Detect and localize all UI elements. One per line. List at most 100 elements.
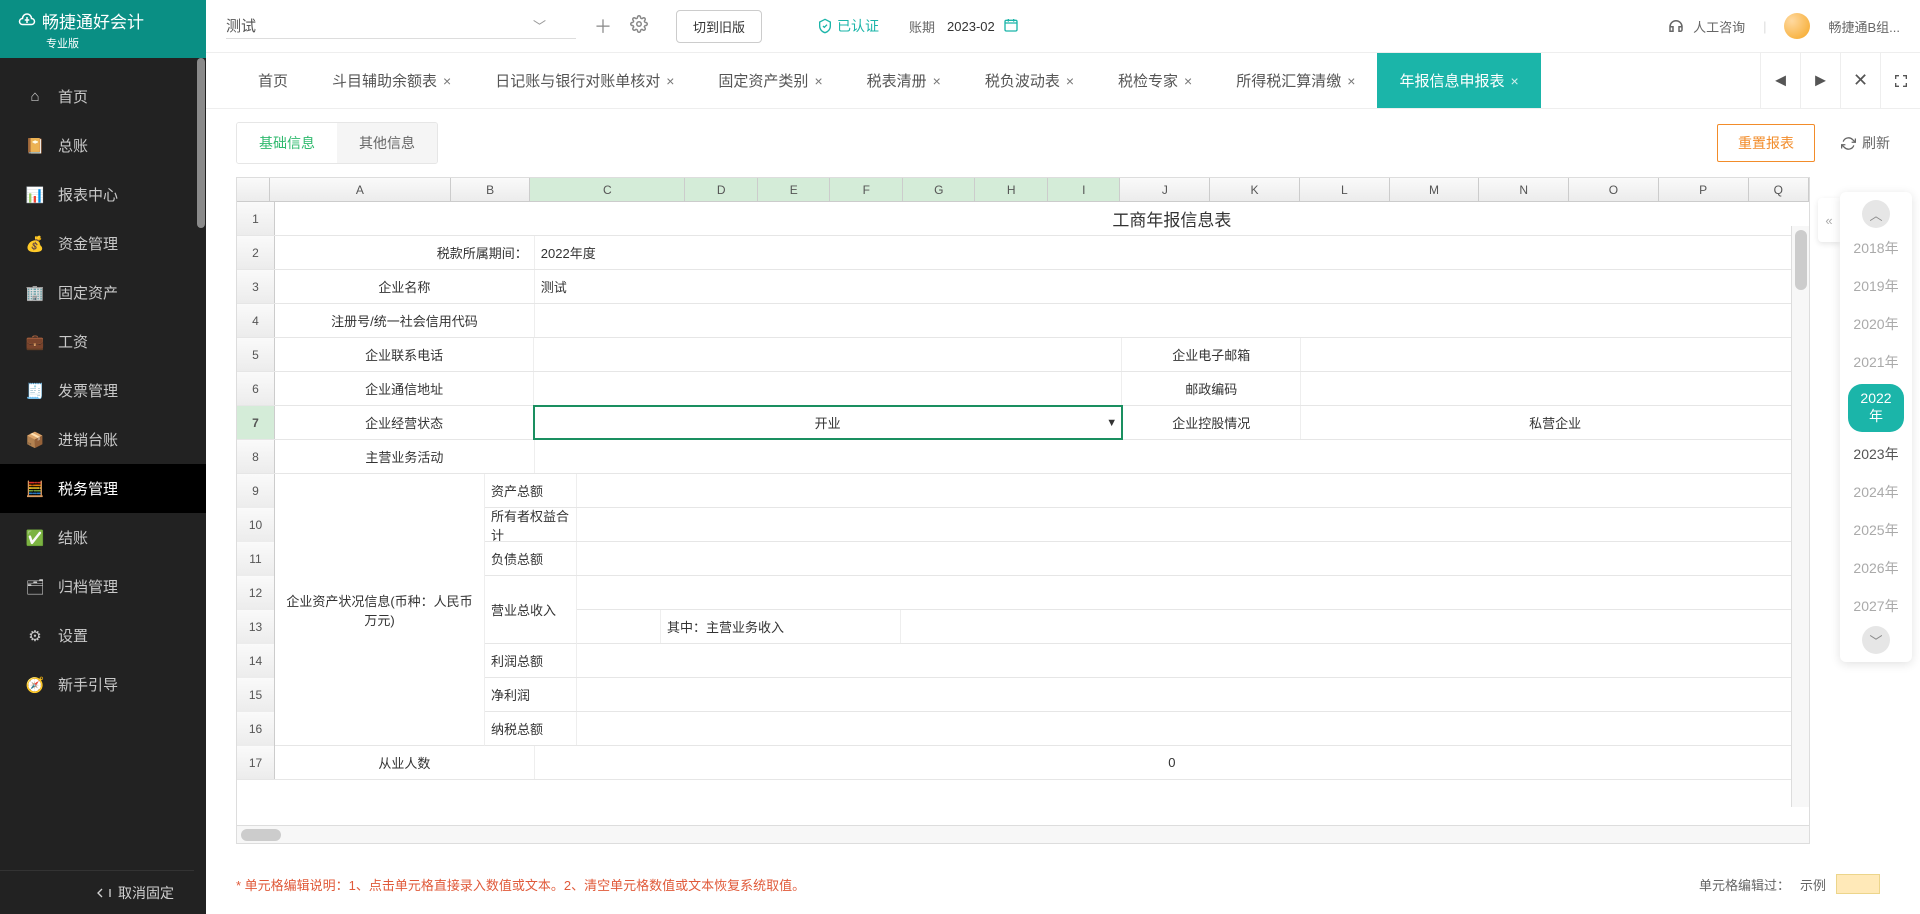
tabs-prev-button[interactable]: ◄ xyxy=(1760,53,1800,108)
sidebar-item[interactable]: ⌂首页 xyxy=(0,72,206,121)
sidebar-item[interactable]: 📊报表中心 xyxy=(0,170,206,219)
tab[interactable]: 日记账与银行对账单核对× xyxy=(473,53,696,108)
column-header[interactable]: J xyxy=(1120,178,1210,201)
cell-label[interactable]: 营业总收入 xyxy=(485,576,577,644)
row-number[interactable]: 4 xyxy=(237,304,275,337)
reset-report-button[interactable]: 重置报表 xyxy=(1717,124,1815,162)
column-header[interactable]: C xyxy=(530,178,685,201)
column-header[interactable]: N xyxy=(1479,178,1569,201)
cell-value[interactable] xyxy=(577,678,1809,711)
row-number[interactable]: 1 xyxy=(237,202,275,235)
cell-value[interactable]: 2022年度 xyxy=(535,236,1809,269)
tab-close-icon[interactable]: × xyxy=(666,73,674,89)
year-down-button[interactable]: ﹀ xyxy=(1862,626,1890,654)
column-header[interactable]: K xyxy=(1210,178,1300,201)
cell-label[interactable]: 企业名称 xyxy=(275,270,535,303)
year-option[interactable]: 2021年 xyxy=(1840,344,1912,380)
tab[interactable]: 税表清册× xyxy=(845,53,963,108)
cell-value[interactable] xyxy=(535,304,1809,337)
year-option[interactable]: 2026年 xyxy=(1840,550,1912,586)
row-number[interactable]: 15 xyxy=(237,678,275,712)
sheet-title[interactable]: 工商年报信息表 xyxy=(535,202,1809,235)
sidebar-item[interactable]: 💰资金管理 xyxy=(0,219,206,268)
cell-value[interactable] xyxy=(534,338,1122,371)
year-option[interactable]: 2022年 xyxy=(1848,384,1904,432)
cell-value[interactable]: 测试 xyxy=(535,270,1809,303)
sidebar-item[interactable]: ✅结账 xyxy=(0,513,206,562)
row-number[interactable]: 5 xyxy=(237,338,275,371)
cell-label[interactable]: 纳税总额 xyxy=(485,712,577,745)
row-number[interactable]: 8 xyxy=(237,440,275,473)
row-number[interactable]: 2 xyxy=(237,236,275,269)
sidebar-item[interactable]: 🗂归档管理 xyxy=(0,562,206,611)
cell-label[interactable]: 从业人数 xyxy=(275,746,535,779)
cell-label[interactable]: 税款所属期间： xyxy=(275,236,535,269)
unpin-button[interactable]: 取消固定 xyxy=(0,870,194,914)
row-number[interactable]: 9 xyxy=(237,474,275,508)
cell-label[interactable]: 其中：主营业务收入 xyxy=(661,610,901,643)
horizontal-scrollbar[interactable] xyxy=(237,825,1809,843)
sidebar-item[interactable]: 📔总账 xyxy=(0,121,206,170)
tab-close-icon[interactable]: × xyxy=(1347,73,1355,89)
cell-label[interactable]: 企业电子邮箱 xyxy=(1122,338,1301,371)
column-header[interactable]: O xyxy=(1569,178,1659,201)
column-header[interactable]: B xyxy=(451,178,530,201)
year-option[interactable]: 2018年 xyxy=(1840,230,1912,266)
cell[interactable] xyxy=(275,202,535,235)
tab-close-icon[interactable]: × xyxy=(933,73,941,89)
column-header[interactable]: G xyxy=(903,178,976,201)
user-name[interactable]: 畅捷通B组... xyxy=(1828,17,1900,36)
sidebar-item[interactable]: 🏢固定资产 xyxy=(0,268,206,317)
sidebar-item[interactable]: 💼工资 xyxy=(0,317,206,366)
cell-label[interactable]: 邮政编码 xyxy=(1122,372,1301,405)
corner-cell[interactable] xyxy=(237,178,270,201)
cell-value[interactable] xyxy=(577,508,1809,541)
sidebar-item[interactable]: 🧭新手引导 xyxy=(0,660,206,709)
cell-label[interactable]: 净利润 xyxy=(485,678,577,711)
sidebar-item[interactable]: 🧮税务管理 xyxy=(0,464,206,513)
tab[interactable]: 所得税汇算清缴× xyxy=(1214,53,1377,108)
tab[interactable]: 斗目辅助余额表× xyxy=(310,53,473,108)
refresh-button[interactable]: 刷新 xyxy=(1841,133,1890,153)
cell-value[interactable]: 0 xyxy=(535,746,1809,779)
column-header[interactable]: I xyxy=(1048,178,1121,201)
cell-label[interactable]: 所有者权益合计 xyxy=(485,508,577,541)
row-number[interactable]: 12 xyxy=(237,576,275,610)
cell-value[interactable] xyxy=(577,474,1809,507)
year-panel-toggle[interactable]: « xyxy=(1818,198,1840,242)
tab-close-icon[interactable]: × xyxy=(814,73,822,89)
cell-value[interactable] xyxy=(577,644,1809,677)
cell-label[interactable]: 企业联系电话 xyxy=(275,338,534,371)
tab-close-icon[interactable]: × xyxy=(443,73,451,89)
period-value[interactable]: 2023-02 xyxy=(947,19,995,34)
row-number[interactable]: 7 xyxy=(237,406,275,439)
row-number[interactable]: 11 xyxy=(237,542,275,576)
column-header[interactable]: M xyxy=(1390,178,1480,201)
row-number[interactable]: 3 xyxy=(237,270,275,303)
account-input[interactable] xyxy=(226,17,576,34)
cell-value[interactable] xyxy=(535,440,1809,473)
row-number[interactable]: 14 xyxy=(237,644,275,678)
account-selector[interactable]: ﹀ xyxy=(226,13,576,39)
cell-value[interactable] xyxy=(901,610,1809,643)
sidebar-scrollbar[interactable] xyxy=(197,58,205,228)
old-version-button[interactable]: 切到旧版 xyxy=(676,10,762,43)
column-header[interactable]: F xyxy=(830,178,903,201)
status-dropdown[interactable]: 开业 ▼ xyxy=(534,406,1122,439)
avatar[interactable] xyxy=(1784,13,1810,39)
column-header[interactable]: H xyxy=(975,178,1048,201)
year-up-button[interactable]: ︿ xyxy=(1862,200,1890,228)
cell-value[interactable] xyxy=(577,542,1809,575)
fullscreen-button[interactable] xyxy=(1880,53,1920,108)
row-number[interactable]: 17 xyxy=(237,746,275,779)
cell-label[interactable]: 企业控股情况 xyxy=(1122,406,1301,439)
column-header[interactable]: P xyxy=(1659,178,1749,201)
merged-label[interactable]: 企业资产状况信息(币种：人民币万元) xyxy=(275,474,485,746)
tab-close-icon[interactable]: × xyxy=(1510,73,1518,89)
column-header[interactable]: L xyxy=(1300,178,1390,201)
year-option[interactable]: 2024年 xyxy=(1840,474,1912,510)
cell-value[interactable] xyxy=(534,372,1122,405)
tab[interactable]: 年报信息申报表× xyxy=(1377,53,1540,108)
tab-close-icon[interactable]: × xyxy=(1066,73,1074,89)
cell-label[interactable]: 注册号/统一社会信用代码 xyxy=(275,304,535,337)
